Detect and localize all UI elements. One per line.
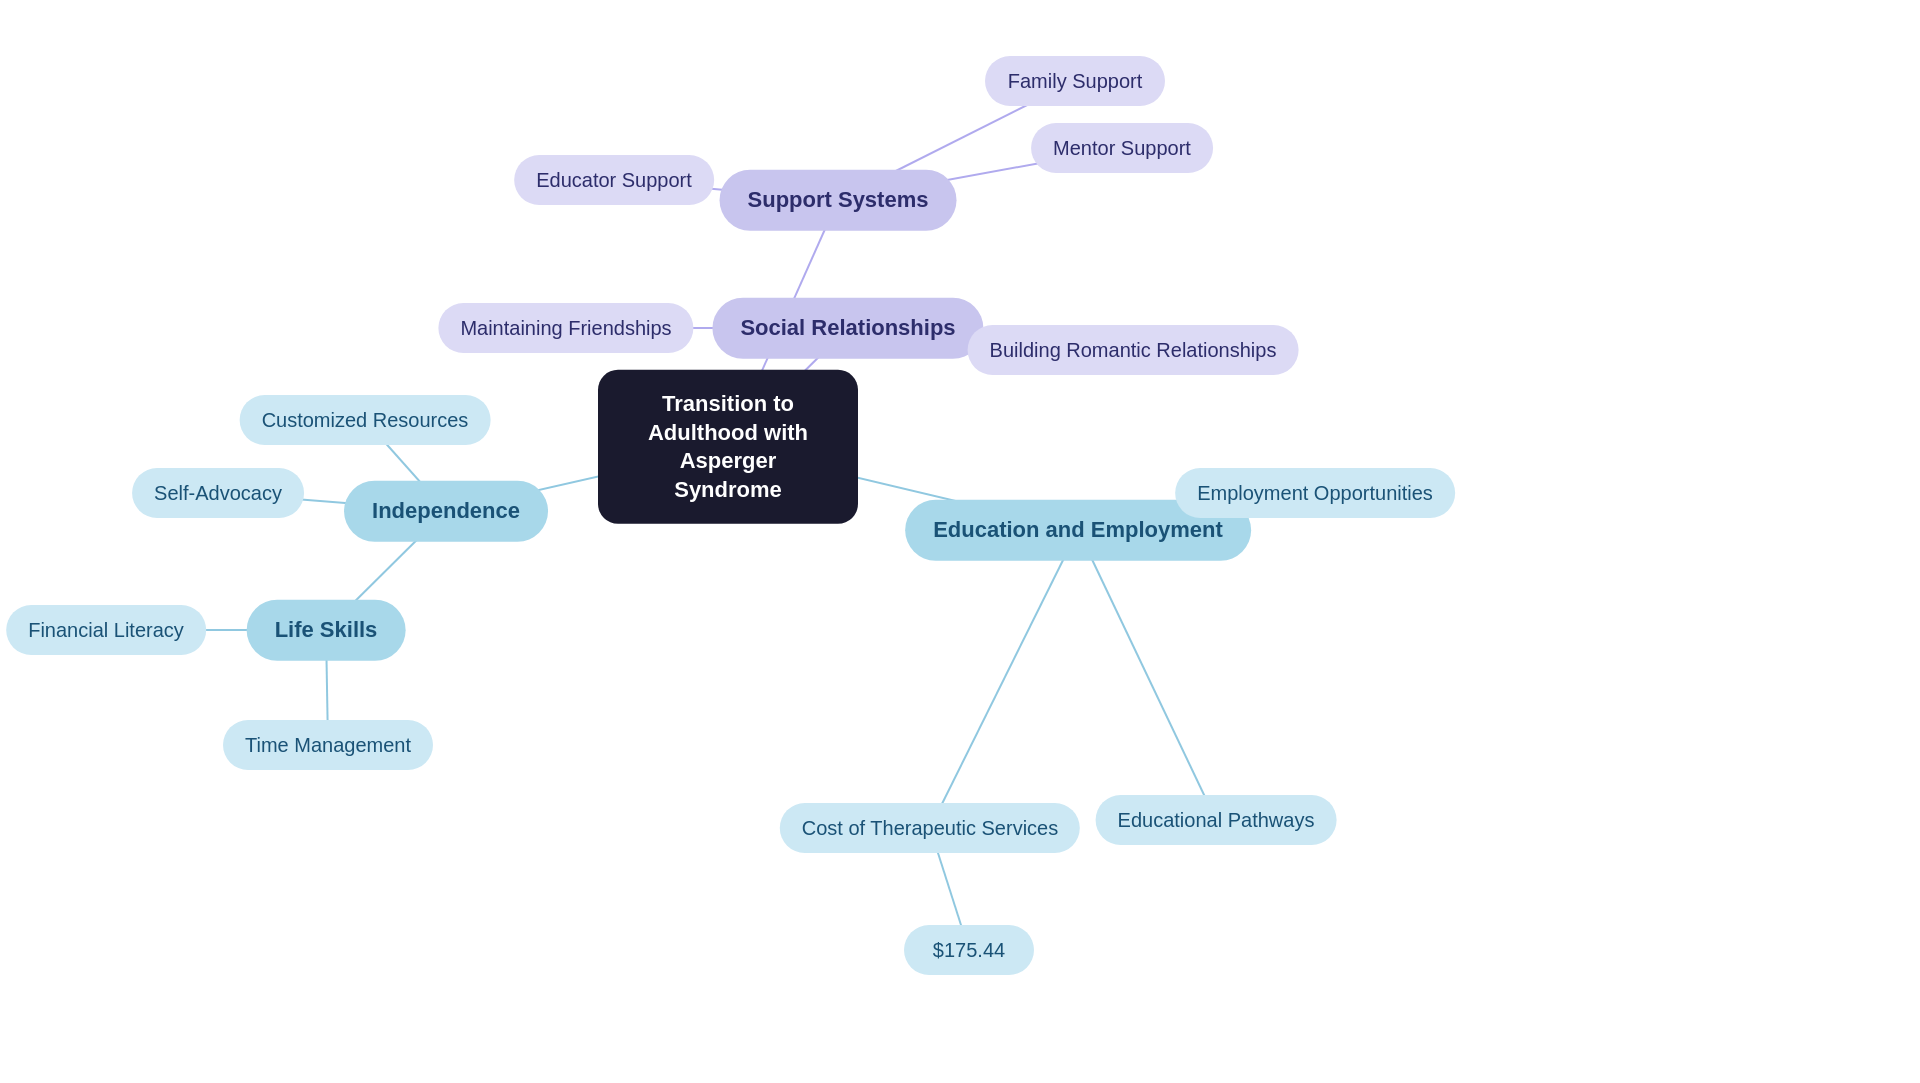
node-maintaining-friendships: Maintaining Friendships (438, 303, 693, 353)
node-financial-literacy: Financial Literacy (6, 605, 206, 655)
node-employment-opportunities: Employment Opportunities (1175, 468, 1455, 518)
svg-line-16 (1078, 530, 1216, 820)
node-mentor-support: Mentor Support (1031, 123, 1213, 173)
node-self-advocacy: Self-Advocacy (132, 468, 304, 518)
node-time-management: Time Management (223, 720, 433, 770)
node-customized-resources: Customized Resources (240, 395, 491, 445)
node-educator-support: Educator Support (514, 155, 714, 205)
svg-line-15 (930, 530, 1078, 828)
node-building-romantic-relationships: Building Romantic Relationships (968, 325, 1299, 375)
mind-map: Transition to Adulthood with Asperger Sy… (0, 0, 1920, 1083)
node-dollar-amount: $175.44 (904, 925, 1034, 975)
node-family-support: Family Support (985, 56, 1165, 106)
node-cost-therapeutic-services: Cost of Therapeutic Services (780, 803, 1080, 853)
center-label: Transition to Adulthood with Asperger Sy… (626, 390, 830, 504)
node-educational-pathways: Educational Pathways (1096, 795, 1337, 845)
node-social-relationships: Social Relationships (712, 298, 983, 359)
node-life-skills: Life Skills (247, 600, 406, 661)
node-support-systems: Support Systems (720, 170, 957, 231)
node-independence: Independence (344, 481, 548, 542)
node-center: Transition to Adulthood with Asperger Sy… (598, 370, 858, 524)
